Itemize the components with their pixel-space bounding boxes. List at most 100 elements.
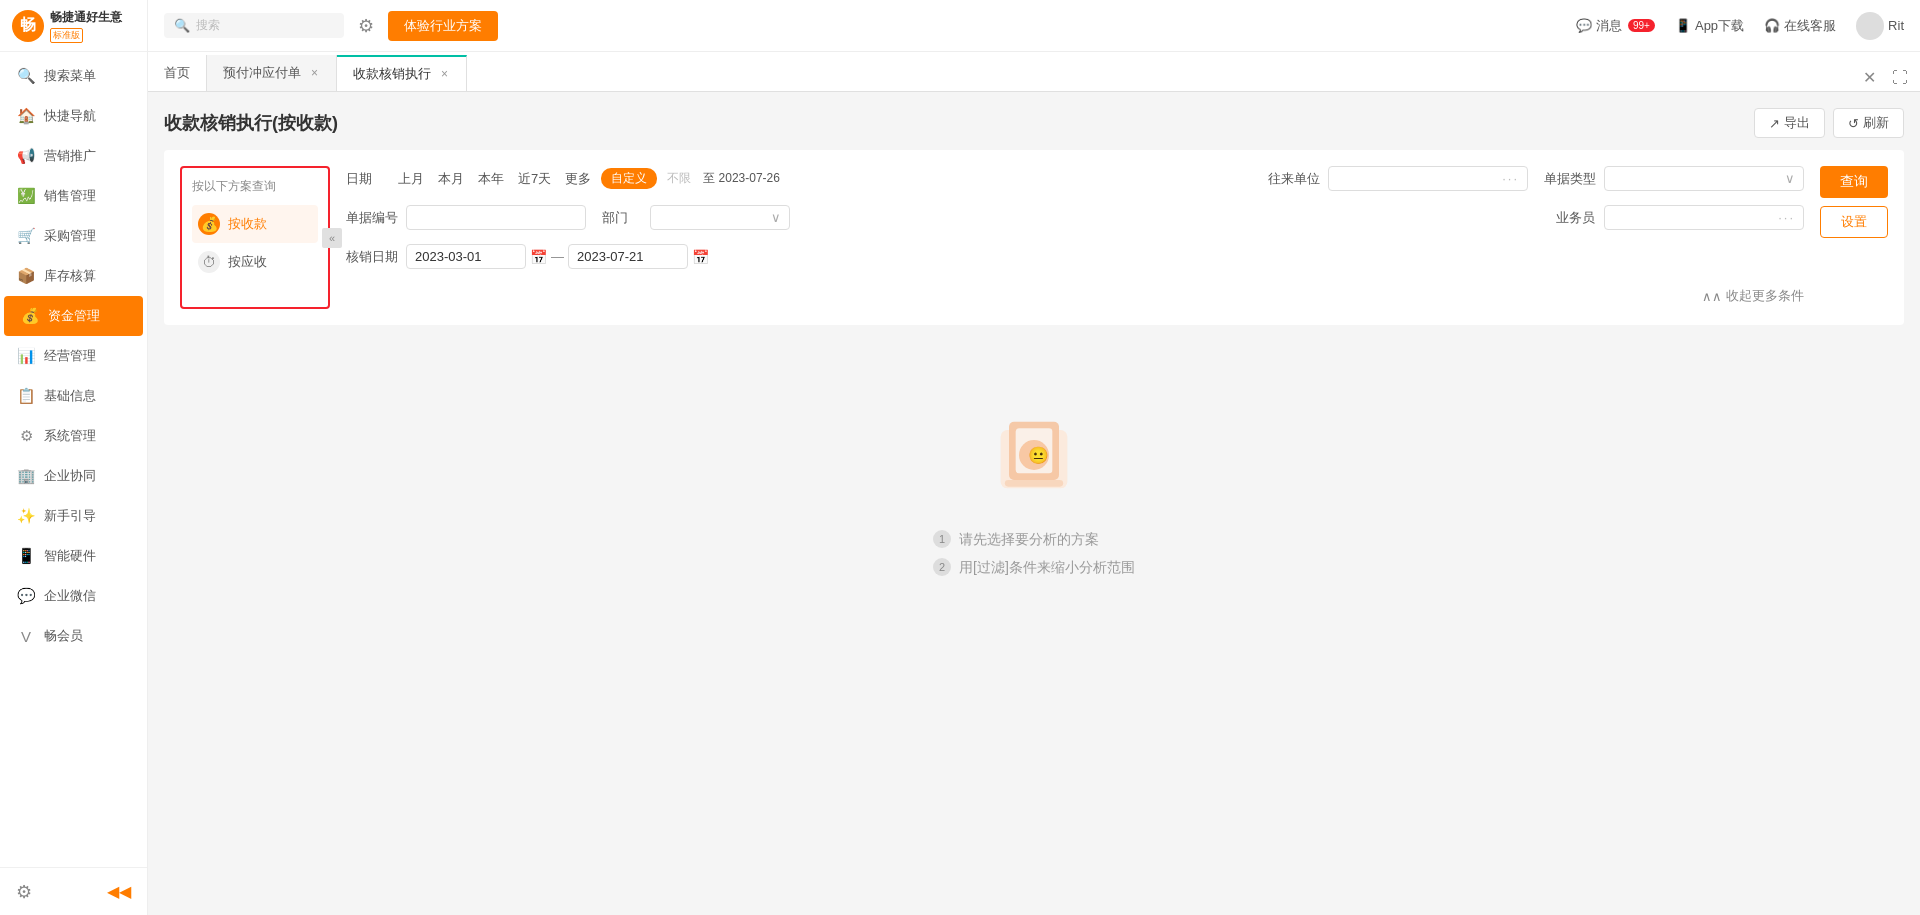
verify-date-field: 核销日期 📅 — 📅 <box>346 244 709 269</box>
action-btns: 查询 设置 <box>1820 166 1888 238</box>
form-row-1: 日期 上月本月本年近7天更多自定义 不限 至 2023-07-26 往来单位 ·… <box>346 166 1804 191</box>
staff-label: 业务员 <box>1556 209 1596 227</box>
tab-prepay[interactable]: 预付冲应付单 × <box>207 55 337 91</box>
collapse-sidebar-icon[interactable]: ◀◀ <box>107 882 131 901</box>
empty-illustration: 😐 <box>984 405 1084 505</box>
topbar-gear-icon[interactable]: ⚙ <box>354 11 378 41</box>
logo-text: 畅捷通好生意 标准版 <box>50 9 122 43</box>
sidebar-icon-member: V <box>16 626 36 646</box>
partner-label: 往来单位 <box>1268 170 1320 188</box>
cal-icon-end[interactable]: 📅 <box>692 249 709 265</box>
filter-option-by_receipt[interactable]: 💰 按收款 <box>192 205 318 243</box>
message-btn[interactable]: 💬 消息 99+ <box>1576 17 1655 35</box>
dept-select[interactable]: ∨ <box>650 205 790 230</box>
date-shortcut-本年[interactable]: 本年 <box>474 168 508 190</box>
svg-rect-5 <box>1005 480 1063 487</box>
sidebar-item-member[interactable]: V 畅会员 <box>0 616 147 656</box>
doctype-select[interactable]: ∨ <box>1604 166 1804 191</box>
staff-input-wrapper[interactable]: ··· <box>1604 205 1804 230</box>
sidebar-item-finance[interactable]: 💰 资金管理 <box>4 296 143 336</box>
sidebar-item-purchase[interactable]: 🛒 采购管理 <box>0 216 147 256</box>
sidebar-icon-finance: 💰 <box>20 306 40 326</box>
tab-home[interactable]: 首页 <box>148 55 207 91</box>
partner-input-wrapper[interactable]: ··· <box>1328 166 1528 191</box>
partner-input[interactable] <box>1337 171 1502 186</box>
verify-date-start[interactable] <box>406 244 526 269</box>
staff-dots: ··· <box>1778 210 1795 225</box>
sidebar-icon-inventory: 📦 <box>16 266 36 286</box>
date-shortcut-本月[interactable]: 本月 <box>434 168 468 190</box>
sidebar-label-sales: 销售管理 <box>44 187 96 205</box>
dept-label: 部门 <box>602 209 642 227</box>
sidebar-label-search-menu: 搜索菜单 <box>44 67 96 85</box>
customer-service-btn[interactable]: 🎧 在线客服 <box>1764 17 1836 35</box>
message-badge: 99+ <box>1628 19 1655 32</box>
sidebar-item-basic-info[interactable]: 📋 基础信息 <box>0 376 147 416</box>
query-btn[interactable]: 查询 <box>1820 166 1888 198</box>
dept-field: 部门 ∨ <box>602 205 790 230</box>
sidebar-item-guide[interactable]: ✨ 新手引导 <box>0 496 147 536</box>
sidebar: 畅 畅捷通好生意 标准版 🔍 搜索菜单 🏠 快捷导航 📢 营销推广 💹 销售管理… <box>0 0 148 915</box>
collapse-btn[interactable]: ∧∧ 收起更多条件 <box>346 283 1804 309</box>
tab-expand-icon[interactable]: ⛶ <box>1888 65 1912 91</box>
dept-arrow: ∨ <box>771 210 781 225</box>
settings-icon[interactable]: ⚙ <box>16 881 32 903</box>
topbar-search-box[interactable]: 🔍 搜索 <box>164 13 344 38</box>
export-btn[interactable]: ↗ 导出 <box>1754 108 1825 138</box>
sidebar-item-marketing[interactable]: 📢 营销推广 <box>0 136 147 176</box>
docno-input[interactable] <box>406 205 586 230</box>
refresh-icon: ↺ <box>1848 116 1859 131</box>
tab-receipt-verify[interactable]: 收款核销执行 × <box>337 55 467 91</box>
sidebar-icon-quick-nav: 🏠 <box>16 106 36 126</box>
cal-icon-start[interactable]: 📅 <box>530 249 547 265</box>
doctype-label: 单据类型 <box>1544 170 1596 188</box>
service-icon: 🎧 <box>1764 18 1780 33</box>
tab-close-1[interactable]: × <box>309 64 320 82</box>
sidebar-item-system[interactable]: ⚙ 系统管理 <box>0 416 147 456</box>
refresh-btn[interactable]: ↺ 刷新 <box>1833 108 1904 138</box>
date-shortcut-上月[interactable]: 上月 <box>394 168 428 190</box>
search-icon: 🔍 <box>174 18 190 33</box>
date-shortcuts: 上月本月本年近7天更多自定义 <box>394 168 657 190</box>
sidebar-item-business[interactable]: 📊 经营管理 <box>0 336 147 376</box>
tab-close-window-icon[interactable]: ✕ <box>1859 64 1880 91</box>
user-avatar <box>1856 12 1884 40</box>
staff-input[interactable] <box>1613 210 1778 225</box>
tabbar: 首页 预付冲应付单 × 收款核销执行 × ✕ ⛶ <box>148 52 1920 92</box>
sidebar-item-inventory[interactable]: 📦 库存核算 <box>0 256 147 296</box>
sidebar-label-purchase: 采购管理 <box>44 227 96 245</box>
verify-date-end[interactable] <box>568 244 688 269</box>
logo-icon: 畅 <box>12 10 44 42</box>
date-shortcut-更多[interactable]: 更多 <box>561 168 595 190</box>
verify-date-label: 核销日期 <box>346 248 398 266</box>
user-area[interactable]: Rit <box>1856 12 1904 40</box>
collapse-icon: ∧∧ <box>1702 289 1722 304</box>
sidebar-icon-business: 📊 <box>16 346 36 366</box>
sidebar-label-guide: 新手引导 <box>44 507 96 525</box>
industry-btn[interactable]: 体验行业方案 <box>388 11 498 41</box>
sidebar-item-sales[interactable]: 💹 销售管理 <box>0 176 147 216</box>
form-fields: 日期 上月本月本年近7天更多自定义 不限 至 2023-07-26 往来单位 ·… <box>346 166 1804 309</box>
sidebar-item-search-menu[interactable]: 🔍 搜索菜单 <box>0 56 147 96</box>
empty-tips: 1 请先选择要分析的方案 2 用[过滤]条件来缩小分析范围 <box>933 525 1135 581</box>
tab-actions: ✕ ⛶ <box>1859 64 1920 91</box>
filter-option-label-by_receipt: 按收款 <box>228 215 267 233</box>
date-shortcut-近7天[interactable]: 近7天 <box>514 168 555 190</box>
filter-option-by_receivable[interactable]: ⏱ 按应收 <box>192 243 318 281</box>
sidebar-item-wechat[interactable]: 💬 企业微信 <box>0 576 147 616</box>
sidebar-item-quick-nav[interactable]: 🏠 快捷导航 <box>0 96 147 136</box>
sidebar-label-member: 畅会员 <box>44 627 83 645</box>
tab-close-2[interactable]: × <box>439 65 450 83</box>
date-shortcut-自定义[interactable]: 自定义 <box>601 168 657 189</box>
app-download-btn[interactable]: 📱 App下载 <box>1675 17 1744 35</box>
sidebar-icon-purchase: 🛒 <box>16 226 36 246</box>
sidebar-icon-basic-info: 📋 <box>16 386 36 406</box>
sidebar-icon-wechat: 💬 <box>16 586 36 606</box>
filter-option-icon-by_receivable: ⏱ <box>198 251 220 273</box>
filter-toggle-btn[interactable]: « <box>322 228 342 248</box>
setting-btn[interactable]: 设置 <box>1820 206 1888 238</box>
sidebar-item-enterprise[interactable]: 🏢 企业协同 <box>0 456 147 496</box>
sidebar-label-enterprise: 企业协同 <box>44 467 96 485</box>
docno-label: 单据编号 <box>346 209 398 227</box>
sidebar-item-hardware[interactable]: 📱 智能硬件 <box>0 536 147 576</box>
